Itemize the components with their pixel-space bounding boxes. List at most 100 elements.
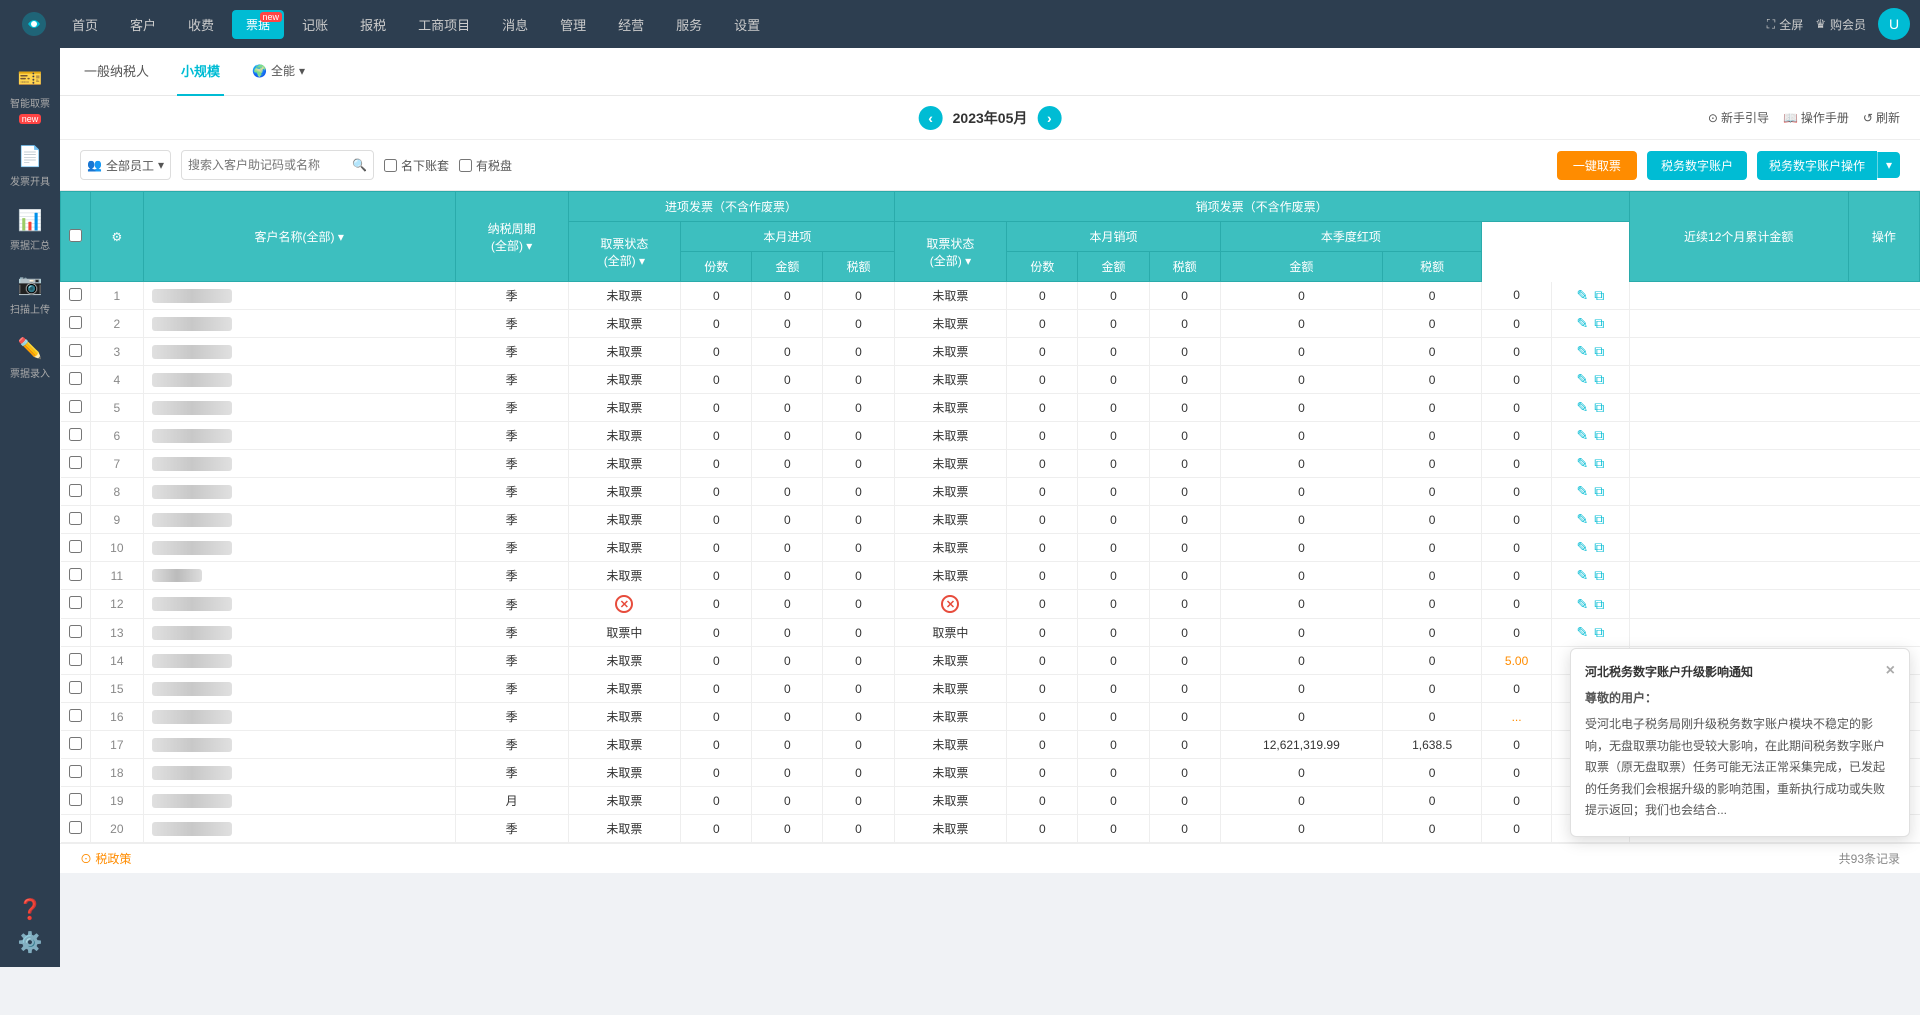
tax-digital-op-main[interactable]: 税务数字账户操作 — [1757, 151, 1877, 180]
out-count: 0 — [1039, 401, 1046, 415]
row-checkbox[interactable] — [69, 400, 82, 413]
nav-business[interactable]: 工商项目 — [404, 9, 484, 40]
nav-settings[interactable]: 设置 — [720, 9, 774, 40]
nav-tax[interactable]: 报税 — [346, 9, 400, 40]
row-checkbox[interactable] — [69, 625, 82, 638]
row-checkbox[interactable] — [69, 653, 82, 666]
red-amount: 0 — [1298, 794, 1305, 808]
employee-select[interactable]: 👥 全部员工 ▾ — [80, 150, 171, 180]
copy-icon[interactable]: ⧉ — [1594, 343, 1604, 360]
row-checkbox[interactable] — [69, 428, 82, 441]
tax-policy-link[interactable]: ⊙ 税政策 — [80, 850, 131, 867]
row-checkbox[interactable] — [69, 737, 82, 750]
row-number-cell: 10 — [91, 534, 144, 562]
row-checkbox[interactable] — [69, 316, 82, 329]
nav-accounting[interactable]: 记账 — [288, 9, 342, 40]
tax-digital-op-arrow[interactable]: ▾ — [1877, 152, 1900, 178]
select-all-checkbox[interactable] — [69, 229, 82, 242]
row-checkbox[interactable] — [69, 681, 82, 694]
row-checkbox[interactable] — [69, 765, 82, 778]
out-count-cell: 0 — [1007, 366, 1078, 394]
edit-icon[interactable]: ✎ — [1576, 427, 1588, 444]
copy-icon[interactable]: ⧉ — [1594, 455, 1604, 472]
tax-disk-checkbox[interactable]: 有税盘 — [459, 157, 512, 174]
sidebar-smart-ticket[interactable]: 🎫 智能取票 new — [0, 56, 60, 134]
sub-account-checkbox[interactable]: 名下账套 — [384, 157, 449, 174]
manual-btn[interactable]: 📖 操作手册 — [1783, 109, 1849, 126]
copy-icon[interactable]: ⧉ — [1594, 427, 1604, 444]
edit-icon[interactable]: ✎ — [1576, 343, 1588, 360]
search-input[interactable] — [188, 158, 348, 172]
row-number: 5 — [113, 401, 120, 415]
sidebar-invoice-entry[interactable]: ✏️ 票据录入 — [0, 326, 60, 390]
row-checkbox[interactable] — [69, 821, 82, 834]
copy-icon[interactable]: ⧉ — [1594, 596, 1604, 613]
copy-icon[interactable]: ⧉ — [1594, 371, 1604, 388]
date-next-button[interactable]: › — [1037, 106, 1061, 130]
nav-invoice[interactable]: 票据 new — [232, 10, 284, 39]
row-checkbox[interactable] — [69, 344, 82, 357]
copy-icon[interactable]: ⧉ — [1594, 567, 1604, 584]
tax-digital-account-button[interactable]: 税务数字账户 — [1647, 151, 1747, 180]
nav-manage[interactable]: 管理 — [546, 9, 600, 40]
row-checkbox[interactable] — [69, 288, 82, 301]
sidebar-scan-upload[interactable]: 📷 扫描上传 — [0, 262, 60, 326]
edit-icon[interactable]: ✎ — [1576, 371, 1588, 388]
row-checkbox[interactable] — [69, 596, 82, 609]
nav-home[interactable]: 首页 — [58, 9, 112, 40]
row-checkbox[interactable] — [69, 709, 82, 722]
nav-service[interactable]: 服务 — [662, 9, 716, 40]
row-checkbox[interactable] — [69, 540, 82, 553]
copy-icon[interactable]: ⧉ — [1594, 539, 1604, 556]
nav-customer[interactable]: 客户 — [116, 9, 170, 40]
member-btn[interactable]: ♛ 购会员 — [1815, 16, 1866, 33]
copy-icon[interactable]: ⧉ — [1594, 483, 1604, 500]
refresh-btn[interactable]: ↺ 刷新 — [1863, 109, 1900, 126]
help-icon[interactable]: ❓ — [18, 897, 43, 922]
in-tax: 0 — [855, 822, 862, 836]
edit-icon[interactable]: ✎ — [1576, 624, 1588, 641]
copy-icon[interactable]: ⧉ — [1594, 624, 1604, 641]
copy-icon[interactable]: ⧉ — [1594, 315, 1604, 332]
avatar[interactable]: U — [1878, 8, 1910, 40]
customer-name-cell — [143, 282, 455, 310]
row-number: 9 — [113, 513, 120, 527]
copy-icon[interactable]: ⧉ — [1594, 511, 1604, 528]
row-checkbox[interactable] — [69, 512, 82, 525]
out-status-cell: 未取票 — [894, 675, 1007, 703]
row-checkbox[interactable] — [69, 484, 82, 497]
row-checkbox[interactable] — [69, 568, 82, 581]
search-icon[interactable]: 🔍 — [352, 158, 367, 172]
edit-icon[interactable]: ✎ — [1576, 483, 1588, 500]
nav-message[interactable]: 消息 — [488, 9, 542, 40]
in-tax-cell: 0 — [823, 787, 894, 815]
edit-icon[interactable]: ✎ — [1576, 455, 1588, 472]
tax-cycle: 季 — [506, 626, 518, 640]
fullscreen-btn[interactable]: ⛶ 全屏 — [1767, 16, 1803, 33]
edit-icon[interactable]: ✎ — [1576, 399, 1588, 416]
subnav-all[interactable]: 🌍 全能 ▾ — [248, 48, 309, 95]
edit-icon[interactable]: ✎ — [1576, 567, 1588, 584]
notification-close-button[interactable]: × — [1886, 663, 1895, 679]
edit-icon[interactable]: ✎ — [1576, 596, 1588, 613]
edit-icon[interactable]: ✎ — [1576, 287, 1588, 304]
edit-icon[interactable]: ✎ — [1576, 539, 1588, 556]
subnav-general-taxpayer[interactable]: 一般纳税人 — [80, 47, 153, 96]
subnav-small-scale[interactable]: 小规模 — [177, 47, 224, 96]
row-checkbox[interactable] — [69, 372, 82, 385]
row-checkbox[interactable] — [69, 793, 82, 806]
edit-icon[interactable]: ✎ — [1576, 511, 1588, 528]
new-guide-btn[interactable]: ⊙ 新手引导 — [1708, 109, 1769, 126]
sidebar-invoice-summary[interactable]: 📊 票据汇总 — [0, 198, 60, 262]
in-count-cell: 0 — [681, 731, 752, 759]
settings-icon[interactable]: ⚙️ — [18, 930, 43, 955]
edit-icon[interactable]: ✎ — [1576, 315, 1588, 332]
copy-icon[interactable]: ⧉ — [1594, 287, 1604, 304]
date-prev-button[interactable]: ‹ — [919, 106, 943, 130]
nav-business2[interactable]: 经营 — [604, 9, 658, 40]
sidebar-invoice-issue[interactable]: 📄 发票开具 — [0, 134, 60, 198]
row-checkbox[interactable] — [69, 456, 82, 469]
onekey-ticket-button[interactable]: 一键取票 — [1557, 151, 1637, 180]
copy-icon[interactable]: ⧉ — [1594, 399, 1604, 416]
nav-fee[interactable]: 收费 — [174, 9, 228, 40]
